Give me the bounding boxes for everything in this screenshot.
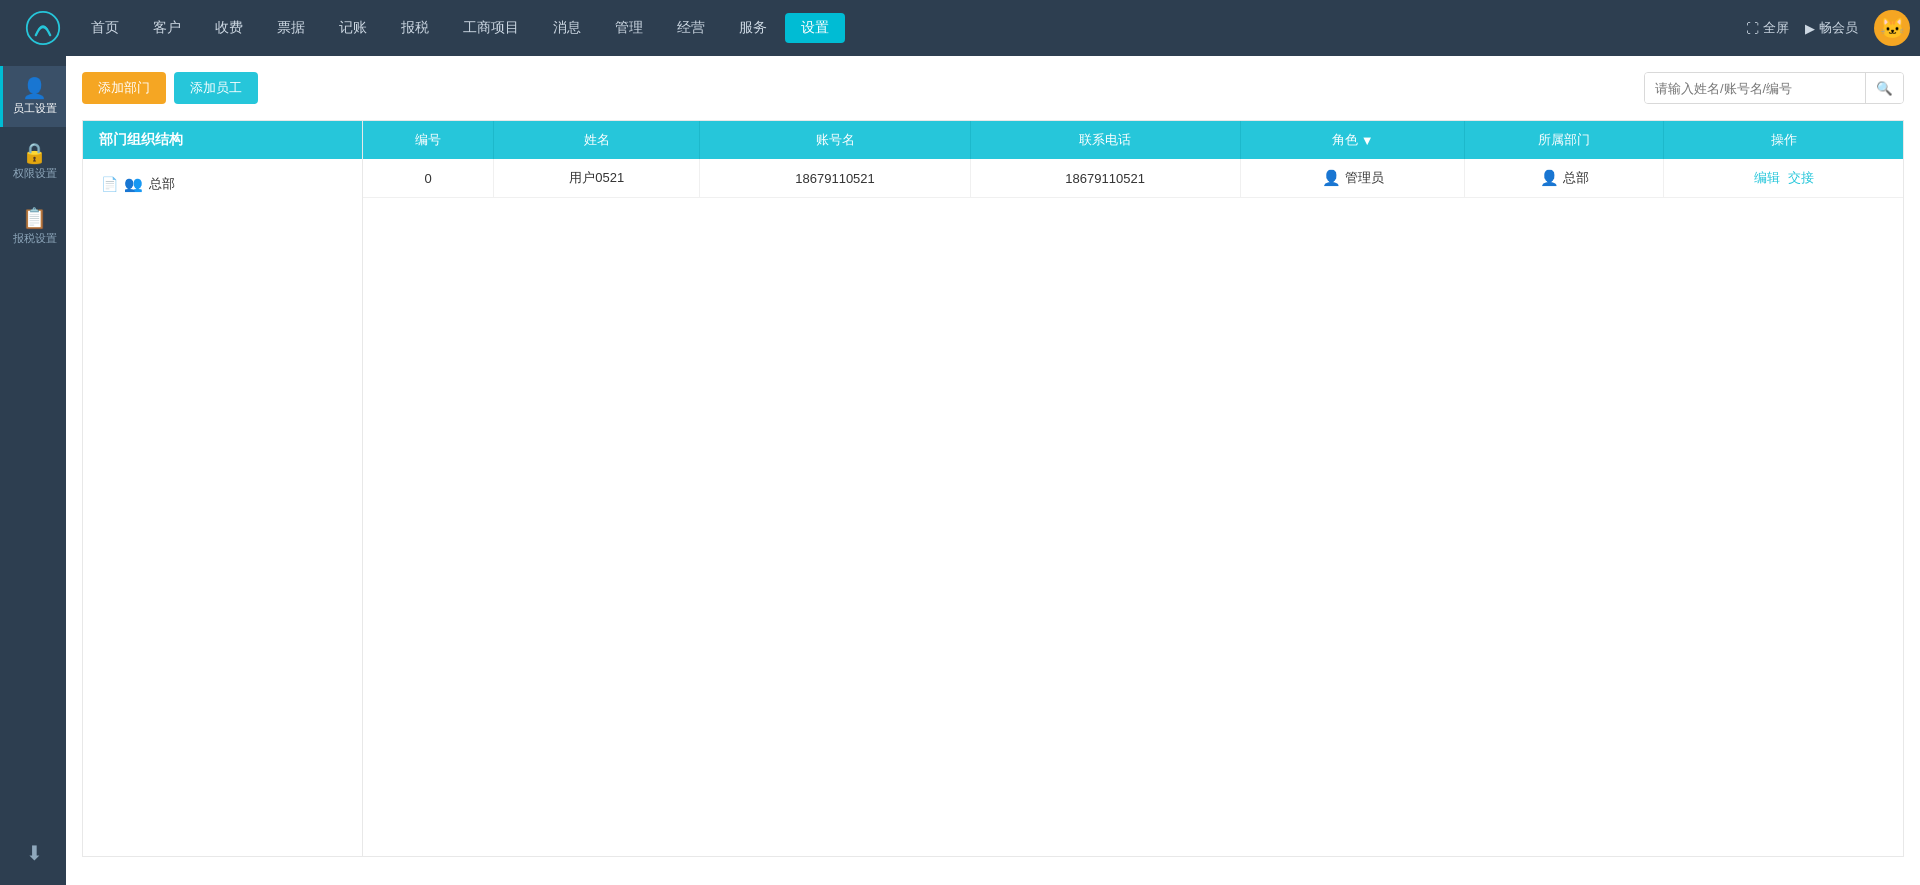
col-account: 账号名	[700, 121, 970, 159]
col-dept: 所属部门	[1465, 121, 1664, 159]
dept-tree-item-label: 总部	[149, 175, 175, 193]
fullscreen-icon: ⛶	[1746, 21, 1759, 36]
nav-item-收费[interactable]: 收费	[199, 13, 259, 43]
sidebar-item-employee[interactable]: 👤 员工设置	[0, 66, 66, 127]
nav-item-消息[interactable]: 消息	[537, 13, 597, 43]
cell-actions: 编辑交接	[1664, 159, 1903, 198]
col-name: 姓名	[493, 121, 700, 159]
nav-item-票据[interactable]: 票据	[261, 13, 321, 43]
nav-item-管理[interactable]: 管理	[599, 13, 659, 43]
add-emp-button[interactable]: 添加员工	[174, 72, 258, 104]
role-text: 管理员	[1345, 169, 1384, 187]
dept-tree-title: 部门组织结构	[99, 131, 183, 147]
dept-user-icon: 👤	[1540, 169, 1559, 187]
cell-name: 用户0521	[493, 159, 700, 198]
file-icon: 📄	[101, 176, 118, 192]
nav-item-服务[interactable]: 服务	[723, 13, 783, 43]
cell-phone: 18679110521	[970, 159, 1240, 198]
download-icon: ⬇	[26, 843, 43, 863]
employee-icon: 👤	[22, 78, 47, 98]
toolbar: 添加部门 添加员工 🔍	[82, 72, 1904, 104]
cell-account: 18679110521	[700, 159, 970, 198]
nav-items: 首页客户收费票据记账报税工商项目消息管理经营服务设置	[75, 13, 1746, 43]
search-input[interactable]	[1645, 73, 1865, 103]
top-nav: 首页客户收费票据记账报税工商项目消息管理经营服务设置 ⛶ 全屏 ▶ 畅会员 🐱	[0, 0, 1920, 56]
table-row: 0用户05211867911052118679110521👤管理员👤总部编辑交接	[363, 159, 1903, 198]
sidebar-item-permissions-label: 权限设置	[13, 167, 57, 180]
sidebar-item-employee-label: 员工设置	[13, 102, 57, 115]
dept-tree-item-root[interactable]: 📄 👥 总部	[93, 169, 352, 199]
search-button[interactable]: 🔍	[1865, 73, 1903, 103]
cell-id: 0	[363, 159, 493, 198]
cell-dept: 👤总部	[1465, 159, 1664, 198]
nav-right: ⛶ 全屏 ▶ 畅会员 🐱	[1746, 10, 1910, 46]
fullscreen-label: 全屏	[1763, 19, 1789, 37]
nav-item-记账[interactable]: 记账	[323, 13, 383, 43]
avatar[interactable]: 🐱	[1874, 10, 1910, 46]
col-phone: 联系电话	[970, 121, 1240, 159]
logo-icon	[25, 10, 61, 46]
vip-icon: ▶	[1805, 21, 1815, 36]
nav-item-工商项目[interactable]: 工商项目	[447, 13, 535, 43]
sidebar-item-permissions[interactable]: 🔒 权限设置	[0, 131, 66, 192]
col-id: 编号	[363, 121, 493, 159]
cell-role: 👤管理员	[1240, 159, 1465, 198]
action-交接[interactable]: 交接	[1788, 170, 1814, 185]
sidebar-item-tax-label: 报税设置	[13, 232, 57, 245]
dept-tree-body: 📄 👥 总部	[83, 159, 362, 209]
col-role: 角色 ▼	[1240, 121, 1465, 159]
add-dept-button[interactable]: 添加部门	[82, 72, 166, 104]
search-box: 🔍	[1644, 72, 1904, 104]
dept-tree-header: 部门组织结构	[83, 121, 362, 159]
table-header-row: 编号 姓名 账号名 联系电话	[363, 121, 1903, 159]
lock-icon: 🔒	[22, 143, 47, 163]
employee-table: 编号 姓名 账号名 联系电话	[363, 121, 1903, 198]
table-body: 0用户05211867911052118679110521👤管理员👤总部编辑交接	[363, 159, 1903, 198]
nav-item-客户[interactable]: 客户	[137, 13, 197, 43]
nav-item-设置[interactable]: 设置	[785, 13, 845, 43]
role-user-icon: 👤	[1322, 169, 1341, 187]
dept-text: 总部	[1563, 169, 1589, 187]
logo-area	[10, 10, 75, 46]
dept-user-icon: 👥	[124, 175, 143, 193]
main-layout: 👤 员工设置 🔒 权限设置 📋 报税设置 ⬇ 添加部门 添加员工 🔍	[0, 56, 1920, 885]
vip-btn[interactable]: ▶ 畅会员	[1805, 19, 1858, 37]
sidebar-item-tax[interactable]: 📋 报税设置	[0, 196, 66, 257]
fullscreen-btn[interactable]: ⛶ 全屏	[1746, 19, 1789, 37]
sidebar-bottom-btn[interactable]: ⬇	[0, 831, 66, 875]
content-area: 添加部门 添加员工 🔍 部门组织结构 📄 👥 总部	[66, 56, 1920, 885]
col-actions: 操作	[1664, 121, 1903, 159]
vip-label: 畅会员	[1819, 19, 1858, 37]
search-icon: 🔍	[1876, 81, 1893, 96]
dept-tree: 部门组织结构 📄 👥 总部	[83, 121, 363, 856]
two-col-layout: 部门组织结构 📄 👥 总部 编号	[82, 120, 1904, 857]
action-编辑[interactable]: 编辑	[1754, 170, 1780, 185]
nav-item-报税[interactable]: 报税	[385, 13, 445, 43]
nav-item-首页[interactable]: 首页	[75, 13, 135, 43]
sidebar: 👤 员工设置 🔒 权限设置 📋 报税设置 ⬇	[0, 56, 66, 885]
nav-item-经营[interactable]: 经营	[661, 13, 721, 43]
filter-icon[interactable]: ▼	[1361, 133, 1374, 148]
tax-icon: 📋	[22, 208, 47, 228]
emp-table-area: 编号 姓名 账号名 联系电话	[363, 121, 1903, 856]
